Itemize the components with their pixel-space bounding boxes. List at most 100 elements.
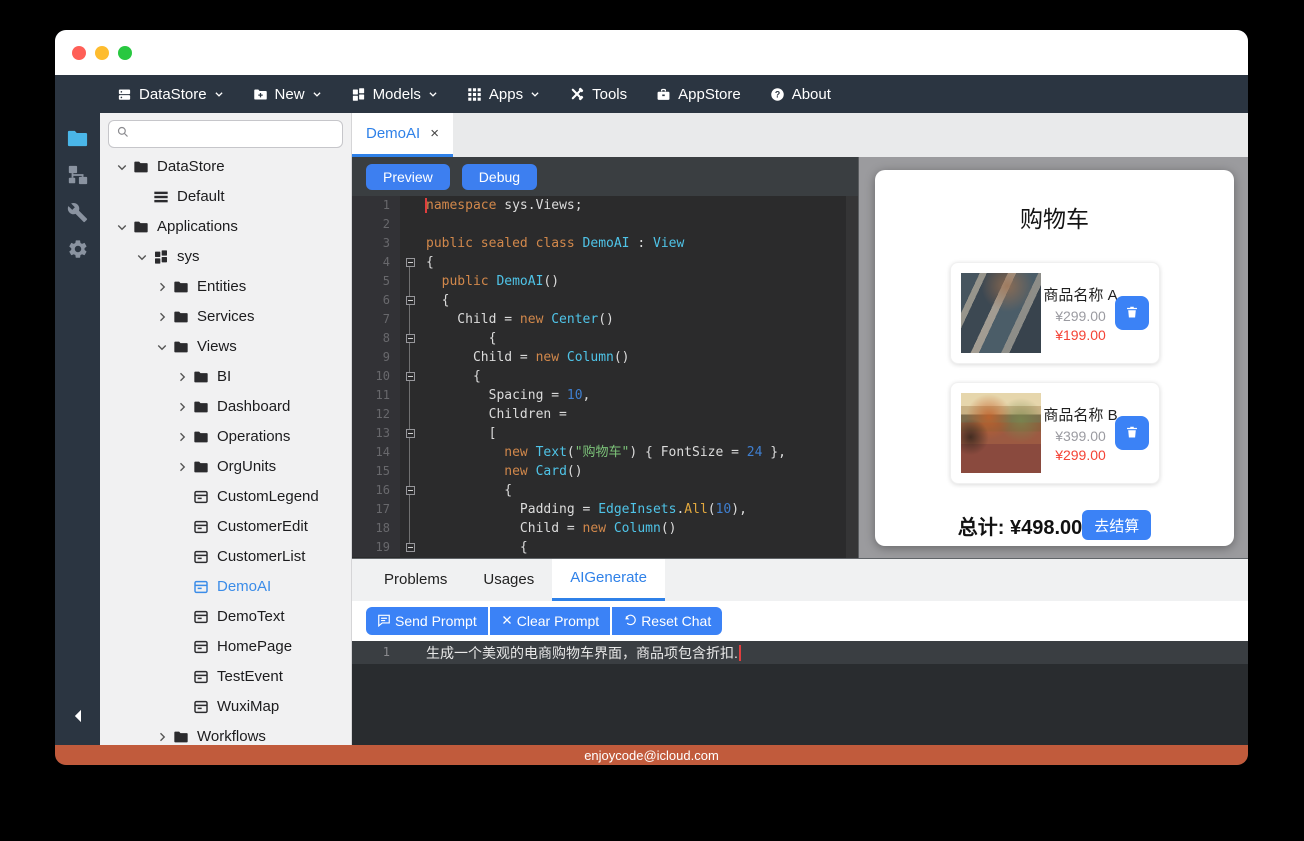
chevron-right-icon[interactable] — [152, 311, 172, 323]
tree-item-entities[interactable]: Entities — [108, 272, 343, 302]
files-folder-icon[interactable] — [66, 126, 90, 150]
menu-tools[interactable]: Tools — [569, 86, 627, 103]
line-number: 2 — [352, 215, 400, 234]
line-number: 8 — [352, 329, 400, 348]
code-text: { — [426, 540, 528, 555]
tree-item-datastore[interactable]: DataStore — [108, 152, 343, 182]
line-number: 6 — [352, 291, 400, 310]
button-label: Reset Chat — [641, 613, 712, 629]
tree-item-default[interactable]: Default — [108, 182, 343, 212]
code-editor[interactable]: 1 namespace sys.Views; 2 3 public sealed cla… — [352, 196, 858, 558]
chevron-down-icon[interactable] — [112, 221, 132, 233]
preview-button[interactable]: Preview — [366, 163, 450, 190]
tab-demoai[interactable]: DemoAI × — [352, 113, 453, 157]
tree-item-applications[interactable]: Applications — [108, 212, 343, 242]
tree-item-customlegend[interactable]: CustomLegend — [108, 482, 343, 512]
gear-icon[interactable] — [66, 237, 90, 261]
code-line-14: 14 new Text("购物车") { FontSize = 24 }, — [352, 443, 858, 462]
line-number: 18 — [352, 519, 400, 538]
chevron-right-icon[interactable] — [172, 461, 192, 473]
fold-collapse-icon[interactable] — [405, 543, 415, 552]
fold-collapse-icon[interactable] — [405, 429, 415, 438]
code-text: namespace sys.Views; — [426, 198, 583, 213]
tree-item-testevent[interactable]: TestEvent — [108, 662, 343, 692]
tree-item-operations[interactable]: Operations — [108, 422, 343, 452]
delete-item-button[interactable] — [1114, 296, 1149, 330]
chevron-down-icon[interactable] — [112, 161, 132, 173]
checkout-button[interactable]: 去结算 — [1082, 510, 1152, 540]
delete-item-button[interactable] — [1114, 416, 1149, 450]
fold-collapse-icon[interactable] — [405, 372, 415, 381]
tree-search-input[interactable] — [135, 126, 334, 142]
chevron-right-icon[interactable] — [172, 431, 192, 443]
product-original-price: ¥399.00 — [1055, 427, 1106, 444]
collapse-sidebar-chevron-left-icon[interactable] — [55, 709, 100, 723]
menu-apps[interactable]: Apps — [467, 86, 540, 103]
product-name: 商品名称 A — [1043, 286, 1118, 304]
minimize-window-button[interactable] — [95, 45, 109, 60]
prompt-line-number: 1 — [382, 645, 390, 659]
close-tab-icon[interactable]: × — [430, 126, 439, 141]
tree-item-label: TestEvent — [217, 668, 283, 685]
chevron-right-icon[interactable] — [152, 731, 172, 743]
tree-item-label: Services — [197, 308, 255, 325]
fold-collapse-icon[interactable] — [405, 258, 415, 267]
chevron-down-icon[interactable] — [152, 341, 172, 353]
tree-item-demoai[interactable]: DemoAI — [108, 572, 343, 602]
product-image-photo-water — [960, 273, 1041, 353]
tree-item-sys[interactable]: sys — [108, 242, 343, 272]
chevron-right-icon[interactable] — [152, 281, 172, 293]
tree-item-label: OrgUnits — [217, 458, 277, 475]
titlebar — [55, 30, 1248, 75]
tree-item-homepage[interactable]: HomePage — [108, 632, 343, 662]
menu-datastore[interactable]: DataStore — [117, 86, 224, 103]
reset-icon — [623, 613, 637, 630]
line-number: 4 — [352, 253, 400, 272]
folder-icon — [132, 219, 150, 235]
fold-collapse-icon[interactable] — [405, 486, 415, 495]
chevron-down-icon[interactable] — [132, 251, 152, 263]
tree-item-workflows[interactable]: Workflows — [108, 722, 343, 745]
activity-bar — [55, 113, 100, 745]
maximize-window-button[interactable] — [118, 45, 132, 60]
wrench-icon[interactable] — [66, 200, 90, 224]
tab-problems[interactable]: Problems — [366, 559, 465, 601]
reset-chat-button[interactable]: Reset Chat — [612, 607, 723, 635]
tree-item-customeredit[interactable]: CustomerEdit — [108, 512, 343, 542]
sitemap-icon[interactable] — [66, 163, 90, 187]
cart-item: 商品名称 B ¥399.00 ¥299.00 — [949, 382, 1160, 484]
tree-item-bi[interactable]: BI — [108, 362, 343, 392]
tree-item-orgunits[interactable]: OrgUnits — [108, 452, 343, 482]
tree-item-dashboard[interactable]: Dashboard — [108, 392, 343, 422]
tree-item-label: WuxiMap — [217, 698, 280, 715]
tree-item-views[interactable]: Views — [108, 332, 343, 362]
tab-usages[interactable]: Usages — [465, 559, 552, 601]
folder-icon — [132, 159, 150, 175]
chevron-right-icon[interactable] — [172, 371, 192, 383]
line-number: 3 — [352, 234, 400, 253]
tree-item-wuximap[interactable]: WuxiMap — [108, 692, 343, 722]
menu-appstore[interactable]: AppStore — [656, 86, 741, 103]
menu-new[interactable]: New — [253, 86, 322, 103]
editor-scrollbar[interactable] — [846, 196, 858, 558]
prompt-editor[interactable]: 1 生成一个美观的电商购物车界面，商品项包含折扣. — [352, 641, 1248, 745]
debug-button[interactable]: Debug — [461, 163, 538, 190]
code-text: Spacing = 10, — [426, 388, 591, 403]
fold-collapse-icon[interactable] — [405, 334, 415, 343]
menu-about[interactable]: ? About — [770, 86, 831, 103]
tab-aigenerate[interactable]: AIGenerate — [552, 559, 665, 601]
editor-tab-bar: DemoAI × — [352, 113, 1248, 157]
code-text: { — [426, 369, 481, 384]
code-line-12: 12 Children = — [352, 405, 858, 424]
menu-models[interactable]: Models — [351, 86, 438, 103]
clear-prompt-button[interactable]: Clear Prompt — [489, 607, 611, 635]
send-prompt-button[interactable]: Send Prompt — [366, 607, 488, 635]
tree-item-services[interactable]: Services — [108, 302, 343, 332]
fold-collapse-icon[interactable] — [405, 296, 415, 305]
tree-item-demotext[interactable]: DemoText — [108, 602, 343, 632]
close-window-button[interactable] — [72, 45, 86, 60]
chevron-down-icon — [312, 89, 322, 99]
chevron-right-icon[interactable] — [172, 401, 192, 413]
tab-label: DemoAI — [366, 125, 421, 142]
tree-item-customerlist[interactable]: CustomerList — [108, 542, 343, 572]
